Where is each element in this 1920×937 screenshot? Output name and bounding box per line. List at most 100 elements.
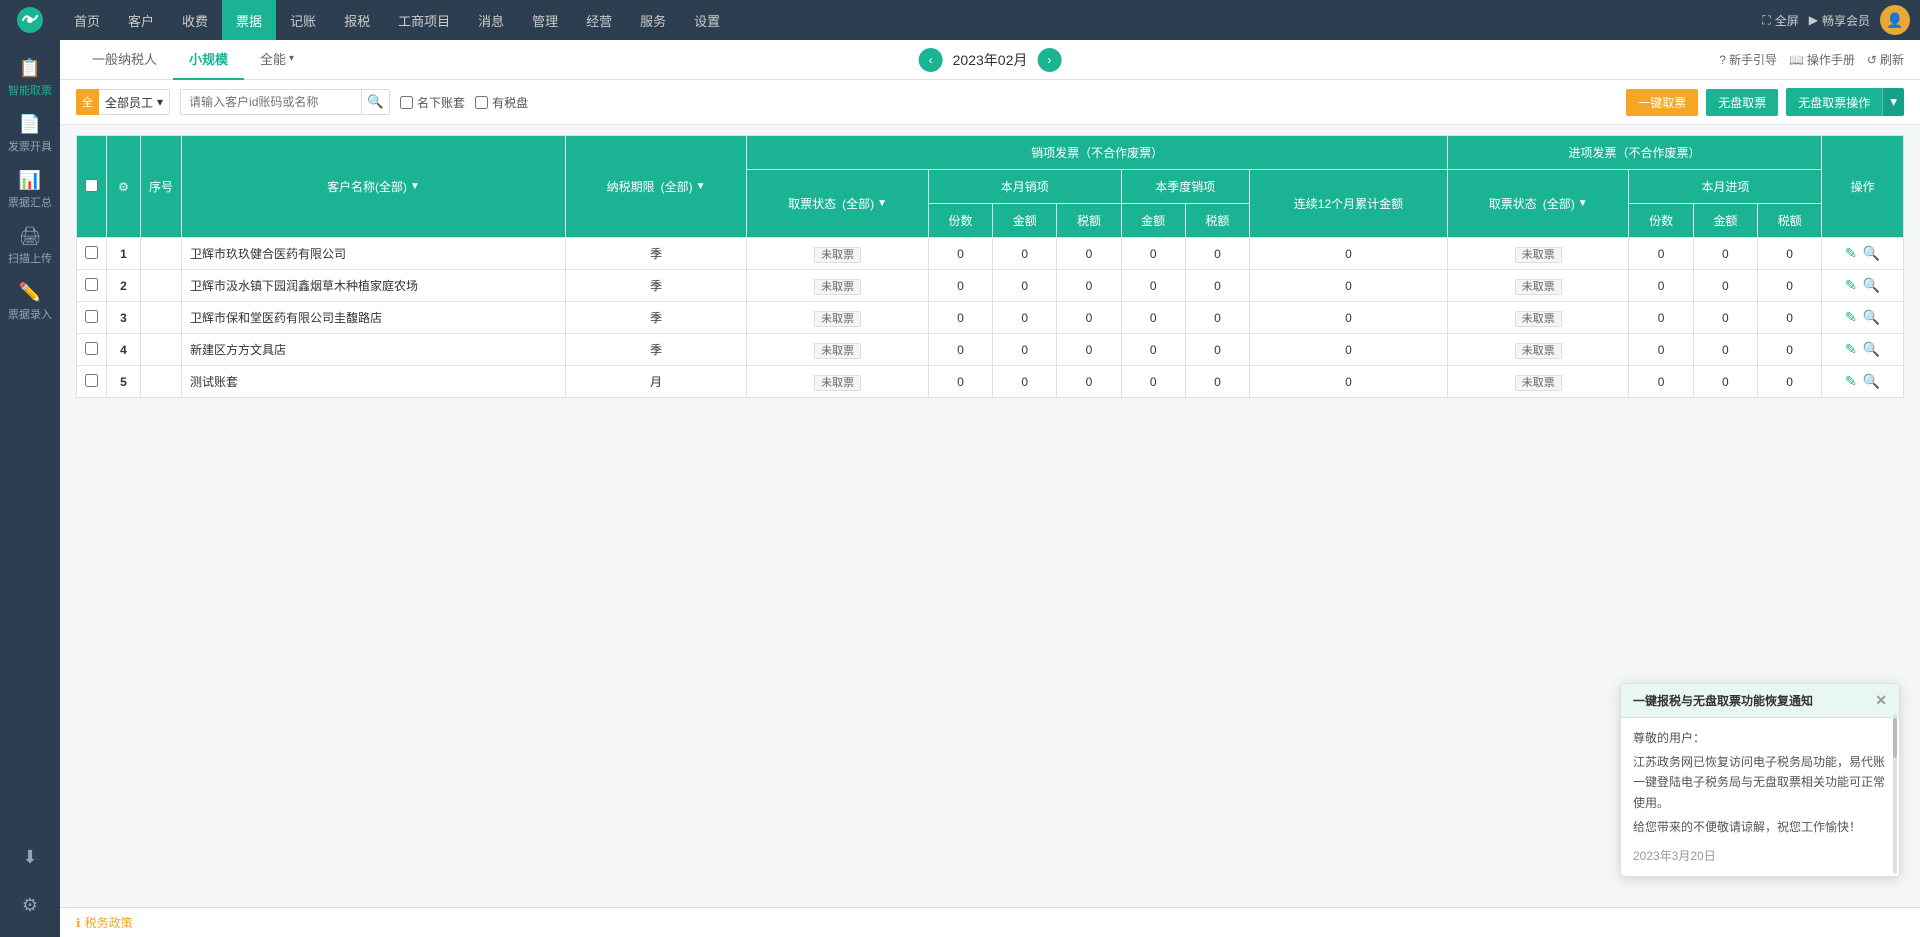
diskless-op-dropdown-button[interactable]: ▾	[1882, 88, 1904, 116]
sales-status-filter-icon[interactable]: ▼	[877, 198, 887, 209]
nav-tax[interactable]: 报税	[330, 0, 384, 40]
edit-icon[interactable]: ✎	[1845, 277, 1857, 294]
search-input[interactable]	[181, 90, 361, 114]
refresh-icon: ↺	[1867, 53, 1877, 67]
view-icon[interactable]: 🔍	[1863, 341, 1880, 358]
nav-bookkeeping[interactable]: 记账	[276, 0, 330, 40]
fullscreen-button[interactable]: ⛶ 全屏	[1762, 12, 1798, 29]
row-quarter-sales-tax: 0	[1185, 270, 1249, 302]
tab-full-featured[interactable]: 全能 ▾	[244, 40, 310, 80]
sidebar-item-invoice-issue[interactable]: 📄 发票开具	[0, 106, 60, 162]
new-guide-button[interactable]: ? 新手引导	[1719, 51, 1777, 68]
row-customer-name[interactable]: 卫辉市保和堂医药有限公司圭馥路店	[182, 302, 566, 334]
nav-customer[interactable]: 客户	[114, 0, 168, 40]
row-no: 3	[107, 302, 141, 334]
th-purchase-group: 进项发票（不合作废票）	[1447, 136, 1821, 170]
row-checkbox[interactable]	[77, 366, 107, 398]
tax-disk-filter[interactable]: 有税盘	[475, 94, 528, 111]
edit-icon[interactable]: ✎	[1845, 373, 1857, 390]
under-account-checkbox[interactable]	[400, 96, 413, 109]
diskless-op-button[interactable]: 无盘取票操作	[1786, 88, 1882, 116]
manual-button[interactable]: 📖 操作手册	[1789, 51, 1855, 68]
sidebar-item-smart-fetch-label: 智能取票	[8, 82, 52, 98]
one-key-fetch-button[interactable]: 一键取票	[1626, 89, 1698, 116]
tax-policy-link[interactable]: 税务政策	[85, 914, 133, 931]
row-checkbox[interactable]	[77, 334, 107, 366]
filter-dropdown-icon: ▾	[157, 95, 163, 109]
view-icon[interactable]: 🔍	[1863, 245, 1880, 262]
tax-period-filter-icon[interactable]: ▼	[696, 181, 706, 192]
user-avatar[interactable]: 👤	[1880, 5, 1910, 35]
nav-business[interactable]: 工商项目	[384, 0, 464, 40]
nav-service[interactable]: 服务	[626, 0, 680, 40]
nav-operation[interactable]: 经营	[572, 0, 626, 40]
refresh-button[interactable]: ↺ 刷新	[1867, 51, 1904, 68]
row-checkbox[interactable]	[77, 238, 107, 270]
row-checkbox[interactable]	[77, 270, 107, 302]
period-next-button[interactable]: ›	[1037, 48, 1061, 72]
row-customer-name[interactable]: 新建区方方文具店	[182, 334, 566, 366]
select-all-checkbox[interactable]	[85, 179, 98, 192]
th-month-purchase: 本月进项	[1629, 170, 1822, 204]
nav-manage[interactable]: 管理	[518, 0, 572, 40]
row-customer-name[interactable]: 卫辉市玖玖健合医药有限公司	[182, 238, 566, 270]
diskless-fetch-button[interactable]: 无盘取票	[1706, 89, 1778, 116]
period-navigation: ‹ 2023年02月 ›	[919, 48, 1062, 72]
nav-message[interactable]: 消息	[464, 0, 518, 40]
tab-small-scale[interactable]: 小规模	[173, 40, 244, 80]
nav-billing[interactable]: 收费	[168, 0, 222, 40]
period-prev-button[interactable]: ‹	[919, 48, 943, 72]
refresh-label: 刷新	[1880, 51, 1904, 68]
row-customer-name[interactable]: 卫辉市汲水镇下园润鑫烟草木种植家庭农场	[182, 270, 566, 302]
notification-header: 一键报税与无盘取票功能恢复通知 ✕	[1621, 684, 1899, 718]
sidebar-item-data-entry[interactable]: ✏️ 票据录入	[0, 274, 60, 330]
row-tax-period: 季	[565, 334, 747, 366]
view-icon[interactable]: 🔍	[1863, 277, 1880, 294]
setting-icon[interactable]: ⚙	[118, 180, 129, 194]
sidebar: 📋 智能取票 📄 发票开具 📊 票据汇总 🖨 扫描上传 ✏️ 票据录入 ⬇ ⚙	[0, 40, 60, 937]
row-month-purchase-amount: 0	[1693, 334, 1757, 366]
row-month-sales-tax: 0	[1057, 334, 1121, 366]
row-month-sales-amount: 0	[993, 238, 1057, 270]
sidebar-item-summary[interactable]: 📊 票据汇总	[0, 162, 60, 218]
tab-general-taxpayer[interactable]: 一般纳税人	[76, 40, 173, 80]
nav-invoice[interactable]: 票据	[222, 0, 276, 40]
row-customer-name[interactable]: 测试账套	[182, 366, 566, 398]
search-button[interactable]: 🔍	[361, 89, 389, 115]
edit-icon[interactable]: ✎	[1845, 245, 1857, 262]
row-quarter-sales-tax: 0	[1185, 334, 1249, 366]
tax-disk-checkbox[interactable]	[475, 96, 488, 109]
row-quarter-sales-amount: 0	[1121, 302, 1185, 334]
under-account-filter[interactable]: 名下账套	[400, 94, 465, 111]
row-sales-status: 未取票	[747, 238, 929, 270]
sidebar-item-setting[interactable]: ⚙	[0, 883, 60, 927]
purchase-status-filter-icon[interactable]: ▼	[1578, 198, 1588, 209]
tab-action-area: ? 新手引导 📖 操作手册 ↺ 刷新	[1719, 51, 1904, 68]
view-icon[interactable]: 🔍	[1863, 373, 1880, 390]
view-icon[interactable]: 🔍	[1863, 309, 1880, 326]
edit-icon[interactable]: ✎	[1845, 309, 1857, 326]
row-tax-period: 季	[565, 302, 747, 334]
row-operation: ✎ 🔍	[1822, 238, 1904, 270]
row-operation: ✎ 🔍	[1822, 334, 1904, 366]
sidebar-item-scan-upload[interactable]: 🖨 扫描上传	[0, 218, 60, 274]
book-icon: 📖	[1789, 53, 1804, 67]
row-checkbox[interactable]	[77, 302, 107, 334]
notification-close-button[interactable]: ✕	[1875, 693, 1887, 707]
customer-filter-icon[interactable]: ▼	[410, 181, 420, 192]
vip-button[interactable]: ▶ 畅享会员	[1809, 12, 1870, 29]
chevron-down-icon: ▾	[289, 53, 294, 64]
row-month-purchase-count: 0	[1629, 366, 1693, 398]
sidebar-item-smart-fetch[interactable]: 📋 智能取票	[0, 50, 60, 106]
row-no: 2	[107, 270, 141, 302]
sidebar-item-download[interactable]: ⬇	[0, 835, 60, 879]
under-account-label: 名下账套	[417, 94, 465, 111]
nav-home[interactable]: 首页	[60, 0, 114, 40]
nav-settings[interactable]: 设置	[680, 0, 734, 40]
row-annual12-amount: 0	[1250, 366, 1448, 398]
row-month-purchase-tax: 0	[1757, 270, 1821, 302]
row-month-sales-count: 0	[928, 270, 992, 302]
filter-dropdown[interactable]: 全部员工 ▾	[99, 89, 170, 115]
edit-icon[interactable]: ✎	[1845, 341, 1857, 358]
employee-filter[interactable]: 全 全部员工 ▾	[76, 89, 170, 115]
